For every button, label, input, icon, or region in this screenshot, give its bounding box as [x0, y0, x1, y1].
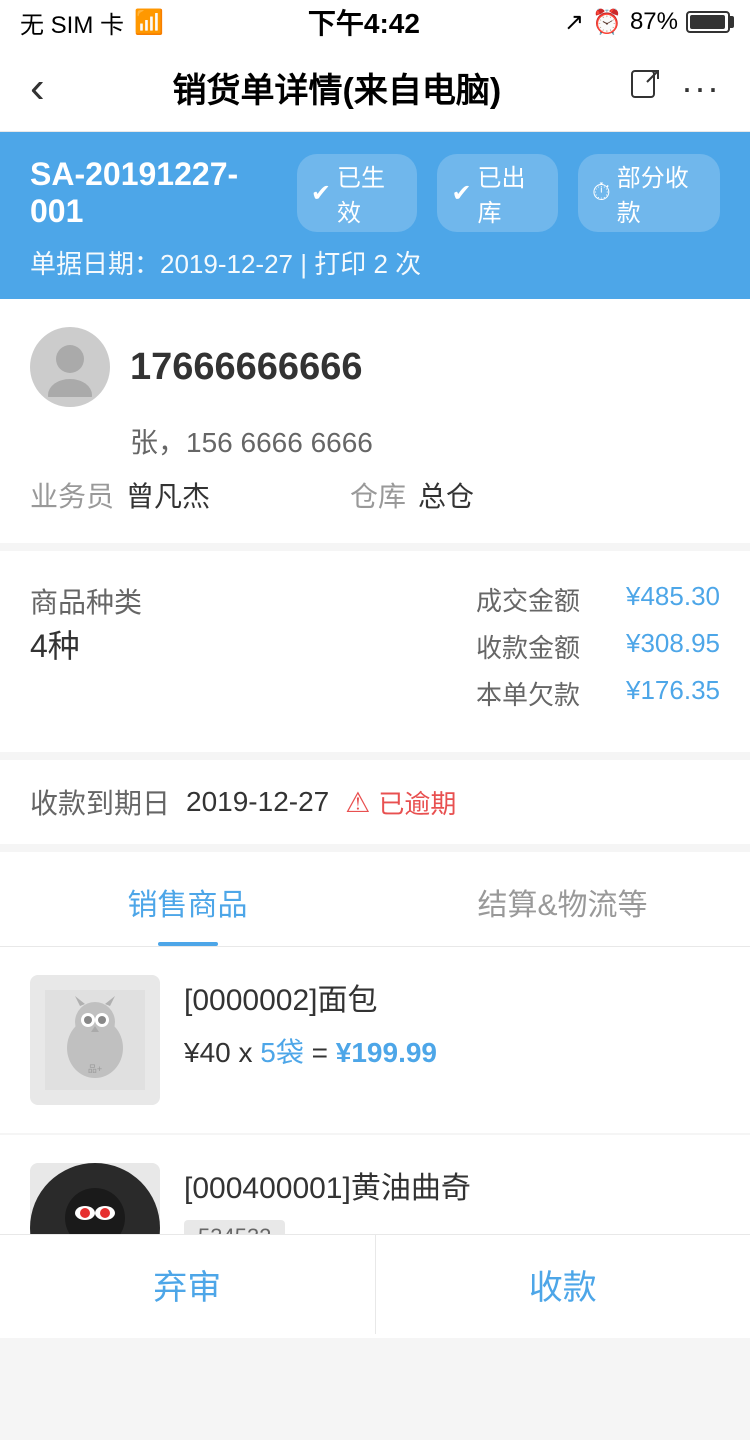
due-date-section: 收款到期日 2019-12-27 ⚠ 已逾期 [0, 760, 750, 852]
clock-icon: ⏱ [592, 179, 611, 207]
summary-grid: 商品种类 4种 成交金额 ¥485.30 收款金额 ¥308.95 本单欠款 ¥… [30, 581, 720, 722]
customer-phone: 张，156 6666 6666 [30, 421, 720, 461]
share-button[interactable] [629, 68, 661, 108]
back-button[interactable]: ‹ [30, 63, 45, 113]
customer-meta-row: 业务员 曾凡杰 仓库 总仓 [30, 475, 720, 515]
owed-row: 本单欠款 ¥176.35 [476, 675, 720, 712]
warehouse-value: 总仓 [418, 475, 474, 515]
tab-bar: 销售商品 结算&物流等 [0, 852, 750, 947]
confirm-button[interactable]: 收款 [376, 1235, 750, 1334]
location-icon: ↗ [564, 8, 584, 37]
sales-label: 业务员 [30, 475, 114, 515]
product-name-1: [0000002]面包 [184, 975, 720, 1019]
avatar [30, 327, 110, 407]
customer-section: 17666666666 张，156 6666 6666 业务员 曾凡杰 仓库 总… [0, 299, 750, 551]
warehouse-label: 仓库 [350, 475, 406, 515]
status-left: 无 SIM 卡 📶 [20, 5, 164, 40]
amount-row: 成交金额 ¥485.30 [476, 581, 720, 618]
due-date-value: 2019-12-27 [186, 786, 329, 818]
tab-products[interactable]: 销售商品 [0, 852, 375, 946]
summary-section: 商品种类 4种 成交金额 ¥485.30 收款金额 ¥308.95 本单欠款 ¥… [0, 551, 750, 760]
product-name-2: [000400001]黄油曲奇 [184, 1163, 720, 1207]
product-type-label: 商品种类 [30, 581, 142, 621]
product-card-1: 品+ [0000002]面包 ¥40 x 5袋 = ¥199.99 [0, 947, 750, 1133]
battery-percent: 87% [630, 8, 678, 36]
cancel-button[interactable]: 弃审 [0, 1235, 376, 1334]
status-bar: 无 SIM 卡 📶 下午4:42 ↗ ⏰ 87% [0, 0, 750, 44]
overdue-badge: ⚠ 已逾期 [345, 784, 456, 821]
received-value: ¥308.95 [600, 628, 720, 665]
order-header-banner: SA-20191227-001 ✔ 已生效 ✔ 已出库 ⏱ 部分收款 单据日期：… [0, 132, 750, 299]
product-image-1: 品+ [30, 975, 160, 1105]
nav-actions: ··· [629, 67, 720, 109]
nav-bar: ‹ 销货单详情(来自电脑) ··· [0, 44, 750, 132]
sales-person: 曾凡杰 [126, 475, 210, 515]
product-qty-1: 5袋 [260, 1037, 304, 1068]
check-icon-2: ✔ [451, 179, 471, 208]
order-id: SA-20191227-001 [30, 156, 277, 230]
product-type-count: 4种 [30, 621, 142, 667]
amount-block: 成交金额 ¥485.30 收款金额 ¥308.95 本单欠款 ¥176.35 [476, 581, 720, 722]
received-row: 收款金额 ¥308.95 [476, 628, 720, 665]
customer-top-row: 17666666666 [30, 327, 720, 407]
overdue-icon: ⚠ [345, 786, 370, 819]
order-id-row: SA-20191227-001 ✔ 已生效 ✔ 已出库 ⏱ 部分收款 [30, 154, 720, 232]
status-right: ↗ ⏰ 87% [564, 8, 730, 37]
status-badge-shipped: ✔ 已出库 [437, 154, 558, 232]
due-date-label: 收款到期日 [30, 782, 170, 822]
amount-label: 成交金额 [476, 581, 580, 618]
amount-value: ¥485.30 [600, 581, 720, 618]
overdue-label: 已逾期 [378, 784, 456, 821]
product-price-1: ¥40 x 5袋 = ¥199.99 [184, 1031, 720, 1071]
status-badge-partial: ⏱ 部分收款 [578, 154, 720, 232]
carrier-text: 无 SIM 卡 [20, 5, 124, 40]
bottom-bar: 弃审 收款 [0, 1234, 750, 1334]
received-label: 收款金额 [476, 628, 580, 665]
product-total-1: ¥199.99 [336, 1037, 437, 1068]
alarm-icon: ⏰ [592, 8, 622, 37]
svg-text:品+: 品+ [88, 1064, 102, 1074]
more-button[interactable]: ··· [681, 67, 720, 109]
wifi-icon: 📶 [134, 8, 164, 37]
page-title: 销货单详情(来自电脑) [173, 63, 502, 112]
status-badge-effected: ✔ 已生效 [297, 154, 418, 232]
customer-id: 17666666666 [130, 346, 362, 389]
tab-settlement[interactable]: 结算&物流等 [375, 852, 750, 946]
product-info-1: [0000002]面包 ¥40 x 5袋 = ¥199.99 [184, 975, 720, 1071]
order-date-row: 单据日期：2019-12-27 | 打印 2 次 [30, 244, 720, 281]
product-type-block: 商品种类 4种 [30, 581, 142, 667]
products-list: 品+ [0000002]面包 ¥40 x 5袋 = ¥199.99 [0, 947, 750, 1440]
owed-value: ¥176.35 [600, 675, 720, 712]
check-icon-1: ✔ [311, 179, 331, 208]
battery-icon [686, 11, 730, 33]
owed-label: 本单欠款 [476, 675, 580, 712]
status-time: 下午4:42 [308, 2, 420, 42]
